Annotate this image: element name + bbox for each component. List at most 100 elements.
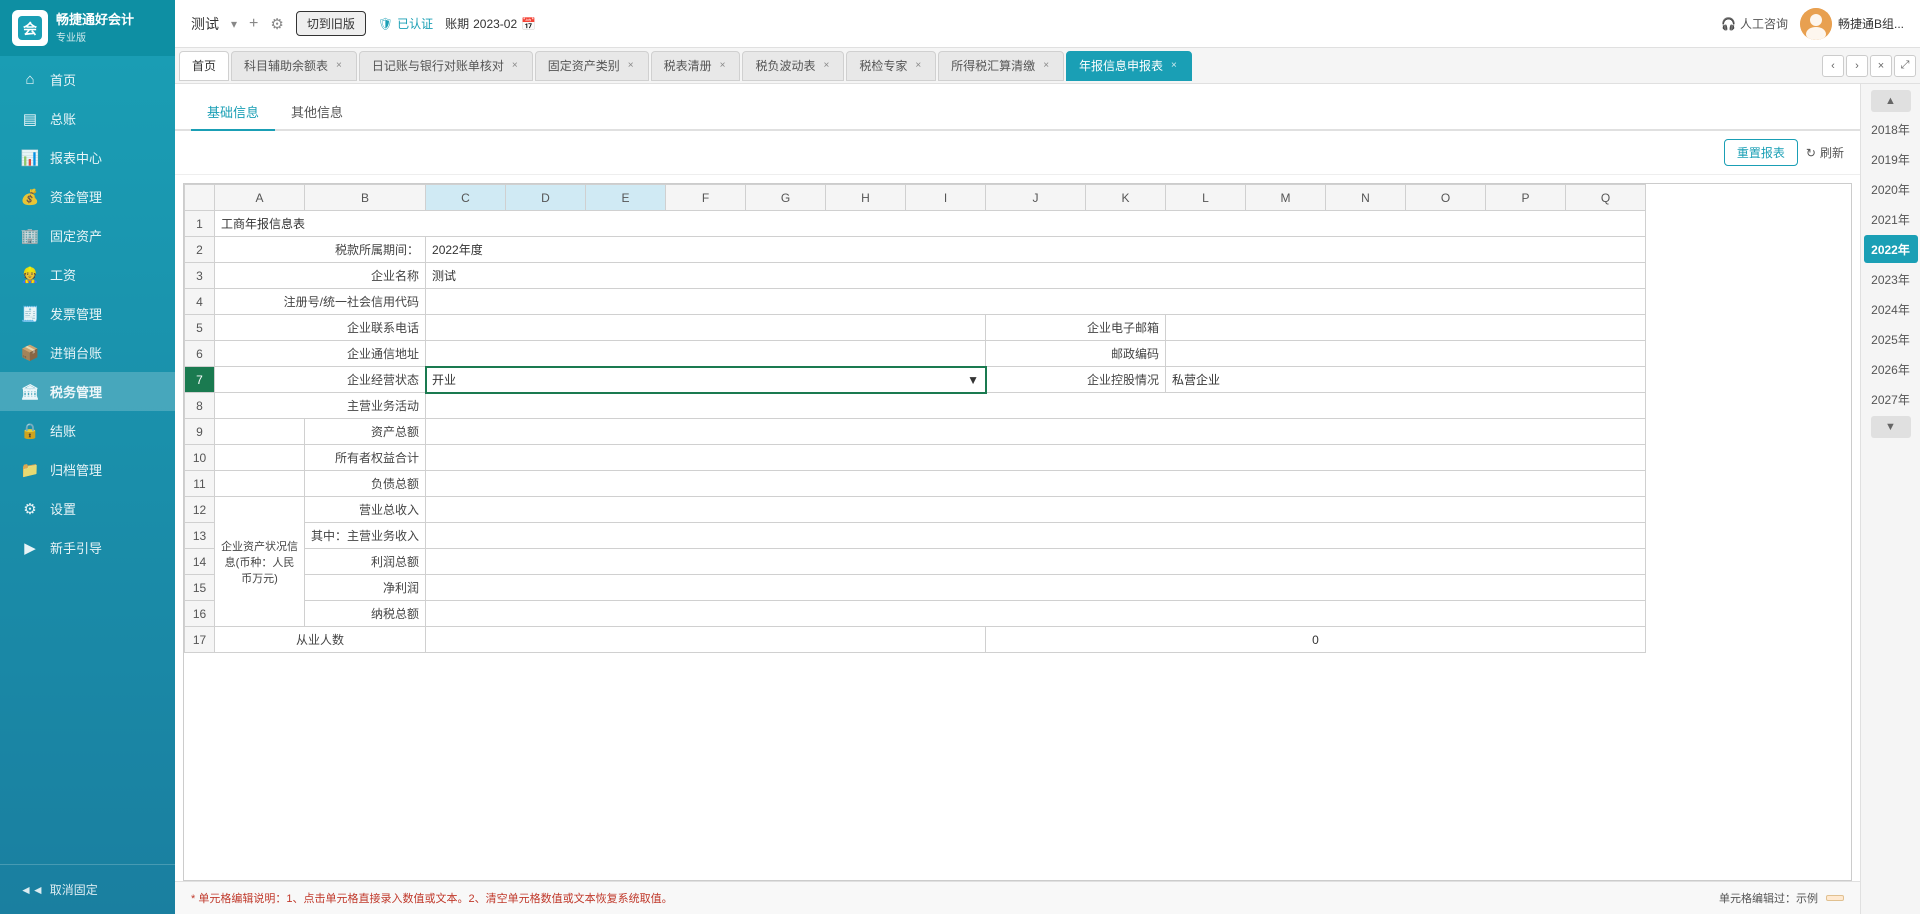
tabs-next-btn[interactable]: ›: [1846, 55, 1868, 77]
year-scroll-down-btn[interactable]: ▼: [1871, 416, 1911, 438]
r5-right-value[interactable]: [1166, 315, 1646, 341]
sidebar-item-close[interactable]: 🔒 结账: [0, 411, 175, 450]
r12-value[interactable]: [426, 497, 1646, 523]
r16-value[interactable]: [426, 601, 1646, 627]
col-header-d[interactable]: D: [506, 185, 586, 211]
col-header-h[interactable]: H: [826, 185, 906, 211]
year-scroll-up-btn[interactable]: ▲: [1871, 90, 1911, 112]
refresh-btn[interactable]: ↻ 刷新: [1806, 144, 1844, 161]
tab-home[interactable]: 首页: [179, 51, 229, 81]
reset-btn[interactable]: 重置报表: [1724, 139, 1798, 166]
topbar-service-btn[interactable]: 🎧 人工咨询: [1721, 15, 1788, 32]
col-header-b[interactable]: B: [305, 185, 426, 211]
col-header-e[interactable]: E: [586, 185, 666, 211]
tab-taxform-close[interactable]: ×: [718, 60, 728, 71]
year-2026[interactable]: 2026年: [1864, 355, 1918, 383]
tab-taxform[interactable]: 税表清册 ×: [651, 51, 741, 81]
tab-taxwave-close[interactable]: ×: [821, 60, 831, 71]
sheet-title[interactable]: 工商年报信息表: [215, 211, 1646, 237]
spreadsheet-wrap[interactable]: A B C D E F G H I J K L: [183, 183, 1852, 881]
r7-right-value[interactable]: 私营企业: [1166, 367, 1646, 393]
sidebar-item-tax[interactable]: 🏛 税务管理: [0, 372, 175, 411]
topbar-dropdown-arrow[interactable]: ▾: [231, 17, 237, 31]
tabs-close-btn[interactable]: ×: [1870, 55, 1892, 77]
col-header-i[interactable]: I: [906, 185, 986, 211]
tab-bank-close[interactable]: ×: [510, 60, 520, 71]
year-2027[interactable]: 2027年: [1864, 385, 1918, 413]
year-2019[interactable]: 2019年: [1864, 145, 1918, 173]
year-2024[interactable]: 2024年: [1864, 295, 1918, 323]
col-header-q[interactable]: Q: [1566, 185, 1646, 211]
sidebar-item-wages[interactable]: 👷 工资: [0, 255, 175, 294]
r17-value[interactable]: [426, 627, 986, 653]
tab-income[interactable]: 所得税汇算清缴 ×: [938, 51, 1064, 81]
sub-tab-basic[interactable]: 基础信息: [191, 94, 275, 131]
year-2018[interactable]: 2018年: [1864, 115, 1918, 143]
r17-num[interactable]: 0: [986, 627, 1646, 653]
sidebar-item-assets[interactable]: 🏢 固定资产: [0, 216, 175, 255]
col-header-j[interactable]: J: [986, 185, 1086, 211]
sidebar-item-settings[interactable]: ⚙ 设置: [0, 489, 175, 528]
r10-value[interactable]: [426, 445, 1646, 471]
topbar-old-version-btn[interactable]: 切到旧版: [296, 11, 366, 36]
col-header-p[interactable]: P: [1486, 185, 1566, 211]
tab-taxcheck[interactable]: 税检专家 ×: [846, 51, 936, 81]
col-header-m[interactable]: M: [1246, 185, 1326, 211]
sidebar-pin-btn[interactable]: ◄◄ 取消固定: [0, 873, 175, 906]
col-header-k[interactable]: K: [1086, 185, 1166, 211]
tab-aux[interactable]: 科目辅助余额表 ×: [231, 51, 357, 81]
r4-value[interactable]: [426, 289, 1646, 315]
col-header-g[interactable]: G: [746, 185, 826, 211]
r2-value[interactable]: 2022年度: [426, 237, 1646, 263]
tabs-expand-btn[interactable]: ⤢: [1894, 55, 1916, 77]
tab-annual[interactable]: 年报信息申报表 ×: [1066, 51, 1192, 81]
sidebar-item-stock[interactable]: 📦 进销台账: [0, 333, 175, 372]
r15-value[interactable]: [426, 575, 1646, 601]
tab-taxwave[interactable]: 税负波动表 ×: [742, 51, 844, 81]
year-2023[interactable]: 2023年: [1864, 265, 1918, 293]
footer-sample-box: [1826, 895, 1844, 901]
r6-right-value[interactable]: [1166, 341, 1646, 367]
r5-value[interactable]: [426, 315, 986, 341]
r7-dropdown-cell[interactable]: 开业 ▼: [426, 367, 986, 393]
year-2020[interactable]: 2020年: [1864, 175, 1918, 203]
tab-income-close[interactable]: ×: [1041, 60, 1051, 71]
sidebar-item-ledger[interactable]: ▤ 总账: [0, 99, 175, 138]
col-header-f[interactable]: F: [666, 185, 746, 211]
year-2022[interactable]: 2022年: [1864, 235, 1918, 263]
topbar-gear-btn[interactable]: ⚙: [270, 15, 283, 33]
calendar-icon[interactable]: 📅: [521, 17, 536, 31]
r14-value[interactable]: [426, 549, 1646, 575]
sub-tab-other[interactable]: 其他信息: [275, 94, 359, 131]
tab-bank[interactable]: 日记账与银行对账单核对 ×: [359, 51, 533, 81]
r7-dropdown[interactable]: 开业 ▼: [432, 371, 979, 388]
sidebar-item-home[interactable]: ⌂ 首页: [0, 60, 175, 99]
tab-annual-close[interactable]: ×: [1169, 60, 1179, 71]
sidebar-item-archive[interactable]: 📁 归档管理: [0, 450, 175, 489]
r3-value[interactable]: 测试: [426, 263, 1646, 289]
topbar-plus-btn[interactable]: +: [249, 15, 258, 33]
col-header-n[interactable]: N: [1326, 185, 1406, 211]
year-2025[interactable]: 2025年: [1864, 325, 1918, 353]
sidebar-item-funds[interactable]: 💰 资金管理: [0, 177, 175, 216]
col-header-a[interactable]: A: [215, 185, 305, 211]
tab-assets[interactable]: 固定资产类别 ×: [535, 51, 649, 81]
tabs-prev-btn[interactable]: ‹: [1822, 55, 1844, 77]
col-header-l[interactable]: L: [1166, 185, 1246, 211]
r9-value[interactable]: [426, 419, 1646, 445]
r13-value[interactable]: [426, 523, 1646, 549]
col-header-o[interactable]: O: [1406, 185, 1486, 211]
r6-value[interactable]: [426, 341, 986, 367]
sidebar-item-guide[interactable]: ▶ 新手引导: [0, 528, 175, 567]
topbar-user[interactable]: 畅捷通B组...: [1800, 8, 1904, 40]
r11-value[interactable]: [426, 471, 1646, 497]
tab-taxcheck-close[interactable]: ×: [913, 60, 923, 71]
dropdown-arrow-icon[interactable]: ▼: [967, 373, 979, 387]
year-2021[interactable]: 2021年: [1864, 205, 1918, 233]
sidebar-item-invoice[interactable]: 🧾 发票管理: [0, 294, 175, 333]
sidebar-item-report[interactable]: 📊 报表中心: [0, 138, 175, 177]
r8-value[interactable]: [426, 393, 1646, 419]
tab-assets-close[interactable]: ×: [626, 60, 636, 71]
col-header-c[interactable]: C: [426, 185, 506, 211]
tab-aux-close[interactable]: ×: [334, 60, 344, 71]
